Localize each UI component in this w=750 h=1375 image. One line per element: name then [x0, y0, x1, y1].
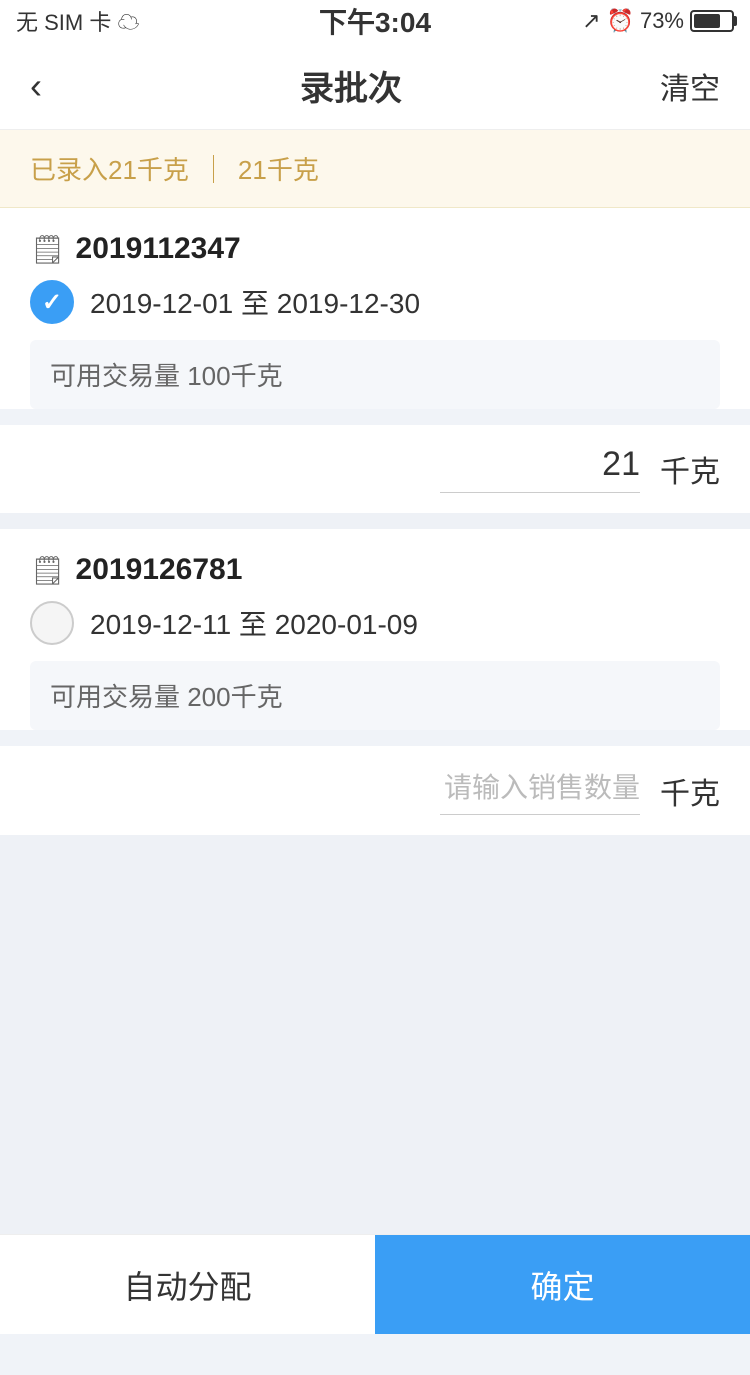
nav-bar: ‹ 录批次 清空: [0, 42, 750, 130]
batch-id-2: 2019126781: [76, 553, 243, 587]
radio-2[interactable]: [30, 601, 74, 645]
bottom-area: [0, 835, 750, 1275]
amount-placeholder-2: 请输入销售数量: [444, 772, 640, 803]
amount-row-1: 21 千克: [0, 425, 750, 513]
page-title: 录批次: [300, 61, 402, 110]
amount-row-2: 请输入销售数量 千克: [0, 746, 750, 835]
back-button[interactable]: ‹: [30, 65, 42, 107]
alarm-icon: ⏰: [607, 8, 634, 34]
battery-icon: [690, 10, 734, 32]
batch-header-1: 🗒 2019112347: [30, 232, 720, 266]
unit-label-2: 千克: [660, 769, 720, 813]
batch-id-1: 2019112347: [76, 232, 241, 266]
amount-container-2: 请输入销售数量: [30, 766, 640, 815]
recorded-amount: 已录入21千克: [30, 150, 189, 187]
batch-header-2: 🗒 2019126781: [30, 553, 720, 587]
amount-value-1: 21: [602, 445, 640, 483]
info-divider: [213, 155, 214, 183]
location-icon: ↗: [582, 8, 600, 34]
status-time: 下午3:04: [319, 1, 431, 41]
batch-doc-icon-2: 🗒: [30, 554, 66, 587]
radio-1[interactable]: [30, 280, 74, 324]
status-left: 无 SIM 卡 ☁: [16, 5, 139, 37]
batch-date-row-2: 2019-12-11 至 2020-01-09: [30, 601, 720, 645]
footer: 自动分配 确定: [0, 1234, 750, 1334]
section-separator: [0, 513, 750, 529]
amount-container-1: 21: [30, 445, 640, 493]
batch-card-2: 🗒 2019126781 2019-12-11 至 2020-01-09 可用交…: [0, 529, 750, 730]
batch-date-row-1: 2019-12-01 至 2019-12-30: [30, 280, 720, 324]
confirm-button[interactable]: 确定: [375, 1235, 750, 1334]
total-amount: 21千克: [238, 150, 319, 187]
avail-box-2: 可用交易量 200千克: [30, 661, 720, 730]
clear-button[interactable]: 清空: [660, 64, 720, 108]
status-bar: 无 SIM 卡 ☁ 下午3:04 ↗ ⏰ 73%: [0, 0, 750, 42]
info-banner: 已录入21千克 21千克: [0, 130, 750, 208]
batch-date-2: 2019-12-11 至 2020-01-09: [90, 603, 418, 643]
sim-label: 无 SIM 卡 ☁: [16, 5, 139, 37]
amount-input-1[interactable]: 21: [440, 445, 640, 493]
batch-card-1: 🗒 2019112347 2019-12-01 至 2019-12-30 可用交…: [0, 208, 750, 409]
status-right: ↗ ⏰ 73%: [582, 8, 734, 34]
batch-date-1: 2019-12-01 至 2019-12-30: [90, 282, 420, 322]
unit-label-1: 千克: [660, 447, 720, 491]
auto-distribute-button[interactable]: 自动分配: [0, 1235, 375, 1334]
battery-percent: 73%: [640, 8, 684, 34]
amount-input-2[interactable]: 请输入销售数量: [440, 766, 640, 815]
batch-doc-icon-1: 🗒: [30, 233, 66, 266]
avail-box-1: 可用交易量 100千克: [30, 340, 720, 409]
